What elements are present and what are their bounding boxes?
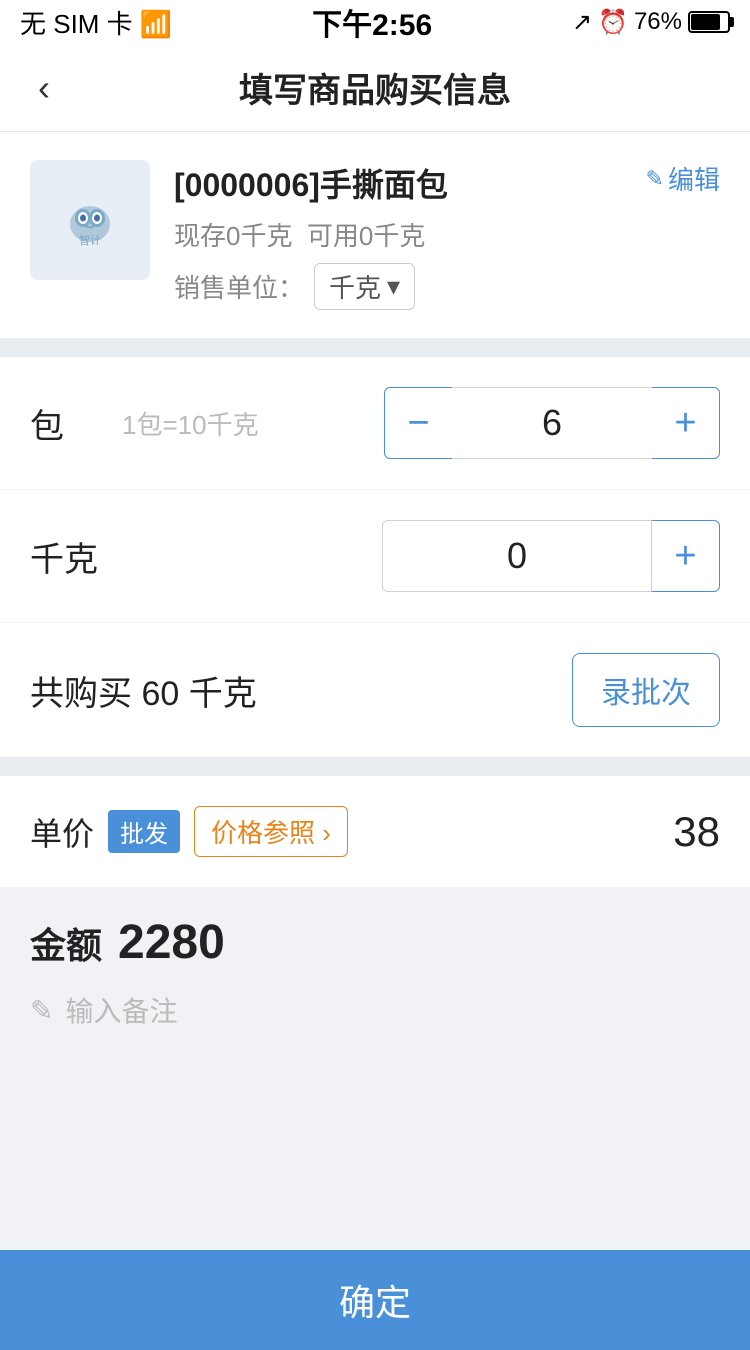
status-time: 下午2:56	[312, 0, 432, 44]
back-button[interactable]: ‹	[28, 57, 60, 119]
remark-icon: ✎	[30, 994, 53, 1027]
alarm-icon: ⏰	[598, 8, 628, 37]
svg-text:智计: 智计	[79, 233, 101, 247]
price-section: 单价 批发 价格参照 › 38	[0, 775, 750, 887]
bao-plus-button[interactable]: +	[652, 387, 720, 459]
total-row: 共购买 60 千克 录批次	[0, 623, 750, 757]
kg-quantity-control: +	[382, 520, 720, 592]
product-image: 智计	[30, 160, 150, 280]
input-section: 包 1包=10千克 − + 千克 + 共购买 60 千克 录批次	[0, 357, 750, 757]
nav-bar: ‹ 填写商品购买信息	[0, 44, 750, 132]
bao-quantity-input[interactable]	[452, 387, 652, 459]
location-icon: ↗	[572, 8, 592, 37]
battery-percent: 76%	[634, 8, 682, 36]
status-bar: 无 SIM 卡 📶 下午2:56 ↗ ⏰ 76%	[0, 0, 750, 44]
edit-button[interactable]: ✎ 编辑	[646, 160, 720, 197]
bao-hint: 1包=10千克	[122, 405, 384, 442]
dropdown-arrow-icon: ▾	[387, 271, 400, 302]
bao-input-row: 包 1包=10千克 − +	[0, 357, 750, 490]
amount-row: 金额 2280	[30, 915, 720, 970]
empty-space	[0, 1050, 750, 1250]
status-right: ↗ ⏰ 76%	[572, 8, 730, 37]
kg-input-row: 千克 +	[0, 490, 750, 623]
price-ref-button[interactable]: 价格参照 ›	[194, 806, 348, 857]
section-divider-2	[0, 757, 750, 775]
product-card: 智计 [0000006]手撕面包 现存0千克 可用0千克 销售单位： 千克 ▾ …	[0, 132, 750, 339]
section-divider-1	[0, 339, 750, 357]
price-left: 单价 批发 价格参照 ›	[30, 806, 348, 857]
bao-minus-button[interactable]: −	[384, 387, 452, 459]
price-label: 单价	[30, 809, 94, 855]
kg-label: 千克	[30, 532, 110, 581]
battery-icon	[688, 11, 730, 33]
product-info: [0000006]手撕面包 现存0千克 可用0千克 销售单位： 千克 ▾	[174, 160, 622, 310]
kg-quantity-input[interactable]	[382, 520, 652, 592]
edit-icon: ✎	[646, 166, 664, 192]
status-left: 无 SIM 卡 📶	[20, 4, 172, 41]
amount-section: 金额 2280 ✎ 输入备注	[0, 887, 750, 1050]
confirm-button[interactable]: 确定	[0, 1250, 750, 1350]
amount-value: 2280	[118, 915, 225, 970]
product-logo: 智计	[60, 190, 120, 250]
total-label: 共购买 60 千克	[30, 666, 257, 715]
amount-label: 金额	[30, 917, 102, 969]
remark-row[interactable]: ✎ 输入备注	[30, 990, 720, 1030]
bao-label: 包	[30, 399, 110, 448]
unit-select[interactable]: 千克 ▾	[314, 263, 415, 310]
product-unit-row: 销售单位： 千克 ▾	[174, 263, 622, 310]
page-title: 填写商品购买信息	[239, 63, 511, 112]
batch-tag: 批发	[108, 810, 180, 853]
record-batch-button[interactable]: 录批次	[572, 653, 720, 727]
remark-placeholder: 输入备注	[65, 990, 177, 1030]
kg-plus-button[interactable]: +	[652, 520, 720, 592]
price-value: 38	[673, 808, 720, 856]
product-name: [0000006]手撕面包	[174, 160, 622, 206]
product-stock: 现存0千克 可用0千克	[174, 216, 622, 253]
bao-quantity-control: − +	[384, 387, 720, 459]
confirm-label: 确定	[339, 1274, 411, 1326]
